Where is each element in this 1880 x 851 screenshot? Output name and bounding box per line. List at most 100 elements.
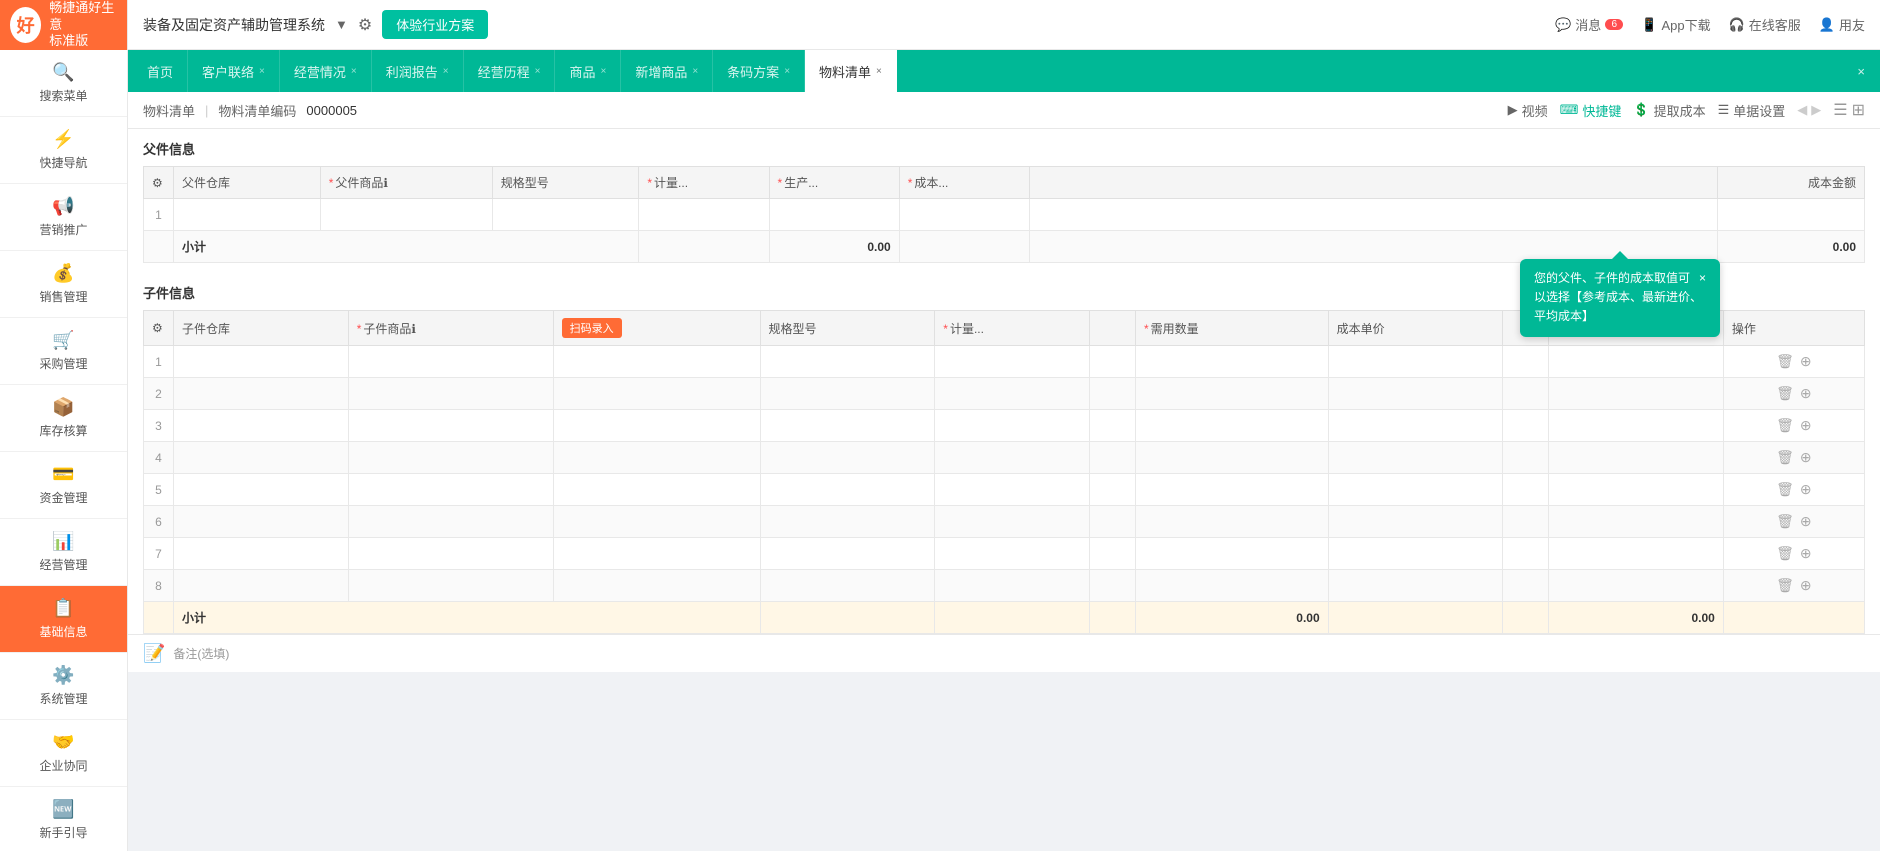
scan-button[interactable]: 扫码录入 — [562, 318, 622, 338]
child-warehouse-3[interactable] — [174, 410, 349, 442]
gear-icon[interactable]: ⚙ — [358, 15, 372, 35]
child-warehouse-2[interactable] — [174, 378, 349, 410]
list-view-icon[interactable]: ☰ — [1833, 100, 1847, 120]
child-qty-4[interactable] — [1136, 442, 1329, 474]
tab-bom[interactable]: 物料清单 × — [805, 50, 897, 92]
child-unit-cost-7[interactable] — [1328, 538, 1503, 570]
tab-history[interactable]: 经营历程 × — [464, 50, 556, 92]
child-unit-4[interactable] — [935, 442, 1090, 474]
tab-new-product-close[interactable]: × — [692, 66, 698, 77]
child-unit-5[interactable] — [935, 474, 1090, 506]
child-warehouse-6[interactable] — [174, 506, 349, 538]
copy-icon-6[interactable]: ⊕ — [1800, 513, 1812, 530]
delete-icon-3[interactable]: 🗑 — [1776, 417, 1794, 434]
sidebar-item-marketing[interactable]: 📢 营销推广 — [0, 184, 127, 251]
parent-cost-1[interactable] — [899, 199, 1029, 231]
child-warehouse-8[interactable] — [174, 570, 349, 602]
copy-icon-7[interactable]: ⊕ — [1800, 545, 1812, 562]
parent-product-1[interactable] — [320, 199, 492, 231]
app-download-item[interactable]: 📱 App下载 — [1641, 15, 1710, 34]
sidebar-item-system[interactable]: ⚙️ 系统管理 — [0, 653, 127, 720]
child-unit-cost-3[interactable] — [1328, 410, 1503, 442]
sidebar-item-inventory[interactable]: 📦 库存核算 — [0, 385, 127, 452]
child-warehouse-7[interactable] — [174, 538, 349, 570]
child-unit-cost-6[interactable] — [1328, 506, 1503, 538]
copy-icon-1[interactable]: ⊕ — [1800, 353, 1812, 370]
child-product-6[interactable] — [348, 506, 553, 538]
child-qty-5[interactable] — [1136, 474, 1329, 506]
child-spec-8[interactable] — [760, 570, 935, 602]
tab-product-close[interactable]: × — [600, 66, 606, 77]
tab-new-product[interactable]: 新增商品 × — [621, 50, 713, 92]
child-unit-cost-1[interactable] — [1328, 346, 1503, 378]
delete-icon-4[interactable]: 🗑 — [1776, 449, 1794, 466]
child-unit-2[interactable] — [935, 378, 1090, 410]
child-qty-8[interactable] — [1136, 570, 1329, 602]
child-scan-7[interactable] — [553, 538, 760, 570]
child-qty-7[interactable] — [1136, 538, 1329, 570]
child-spec-2[interactable] — [760, 378, 935, 410]
tab-operation[interactable]: 经营情况 × — [280, 50, 372, 92]
view-btn[interactable]: ▶ 视频 — [1508, 101, 1548, 120]
tab-home[interactable]: 首页 — [133, 50, 188, 92]
child-warehouse-1[interactable] — [174, 346, 349, 378]
sidebar-item-operation[interactable]: 📊 经营管理 — [0, 519, 127, 586]
cost-btn[interactable]: 💲 提取成本 — [1633, 101, 1705, 120]
tab-customer-close[interactable]: × — [259, 66, 265, 77]
parent-unit-1[interactable] — [639, 199, 769, 231]
child-scan-2[interactable] — [553, 378, 760, 410]
tab-history-close[interactable]: × — [535, 66, 541, 77]
tab-customer[interactable]: 客户联络 × — [188, 50, 280, 92]
message-item[interactable]: 💬 消息 6 — [1555, 15, 1623, 34]
child-qty-6[interactable] — [1136, 506, 1329, 538]
tab-profit-close[interactable]: × — [443, 66, 449, 77]
sidebar-item-quicknav[interactable]: ⚡ 快捷导航 — [0, 117, 127, 184]
copy-icon-4[interactable]: ⊕ — [1800, 449, 1812, 466]
child-scan-3[interactable] — [553, 410, 760, 442]
child-spec-6[interactable] — [760, 506, 935, 538]
parent-production-1[interactable] — [769, 199, 899, 231]
child-warehouse-5[interactable] — [174, 474, 349, 506]
child-product-4[interactable] — [348, 442, 553, 474]
tab-product[interactable]: 商品 × — [555, 50, 621, 92]
delete-icon-5[interactable]: 🗑 — [1776, 481, 1794, 498]
child-scan-5[interactable] — [553, 474, 760, 506]
child-spec-3[interactable] — [760, 410, 935, 442]
settings-btn[interactable]: ☰ 单据设置 — [1718, 101, 1786, 120]
sidebar-item-finance[interactable]: 💳 资金管理 — [0, 452, 127, 519]
sidebar-item-search[interactable]: 🔍 搜索菜单 — [0, 50, 127, 117]
sidebar-item-purchase[interactable]: 🛒 采购管理 — [0, 318, 127, 385]
sidebar-item-basic[interactable]: 📋 基础信息 — [0, 586, 127, 653]
child-qty-2[interactable] — [1136, 378, 1329, 410]
child-product-1[interactable] — [348, 346, 553, 378]
child-unit-1[interactable] — [935, 346, 1090, 378]
child-scan-8[interactable] — [553, 570, 760, 602]
child-unit-6[interactable] — [935, 506, 1090, 538]
tab-barcode[interactable]: 条码方案 × — [713, 50, 805, 92]
delete-icon-8[interactable]: 🗑 — [1776, 577, 1794, 594]
parent-warehouse-1[interactable] — [174, 199, 321, 231]
child-warehouse-4[interactable] — [174, 442, 349, 474]
shortcut-btn[interactable]: ⌨ 快捷键 — [1560, 101, 1622, 120]
tooltip-close-btn[interactable]: × — [1699, 269, 1706, 288]
child-product-7[interactable] — [348, 538, 553, 570]
child-product-2[interactable] — [348, 378, 553, 410]
child-unit-cost-2[interactable] — [1328, 378, 1503, 410]
child-unit-7[interactable] — [935, 538, 1090, 570]
next-arrow[interactable]: ▶ — [1811, 102, 1821, 118]
tab-close-all[interactable]: × — [1847, 64, 1875, 79]
trial-button[interactable]: 体验行业方案 — [382, 10, 488, 39]
child-unit-8[interactable] — [935, 570, 1090, 602]
online-service-item[interactable]: 🎧 在线客服 — [1729, 15, 1801, 34]
child-unit-3[interactable] — [935, 410, 1090, 442]
sidebar-item-enterprise[interactable]: 🤝 企业协同 — [0, 720, 127, 787]
copy-icon-5[interactable]: ⊕ — [1800, 481, 1812, 498]
delete-icon-6[interactable]: 🗑 — [1776, 513, 1794, 530]
user-item[interactable]: 👤 用友 — [1819, 15, 1865, 34]
copy-icon-8[interactable]: ⊕ — [1800, 577, 1812, 594]
delete-icon-7[interactable]: 🗑 — [1776, 545, 1794, 562]
child-spec-5[interactable] — [760, 474, 935, 506]
breadcrumb-bom[interactable]: 物料清单 — [143, 101, 195, 120]
sidebar-item-sales[interactable]: 💰 销售管理 — [0, 251, 127, 318]
child-product-5[interactable] — [348, 474, 553, 506]
